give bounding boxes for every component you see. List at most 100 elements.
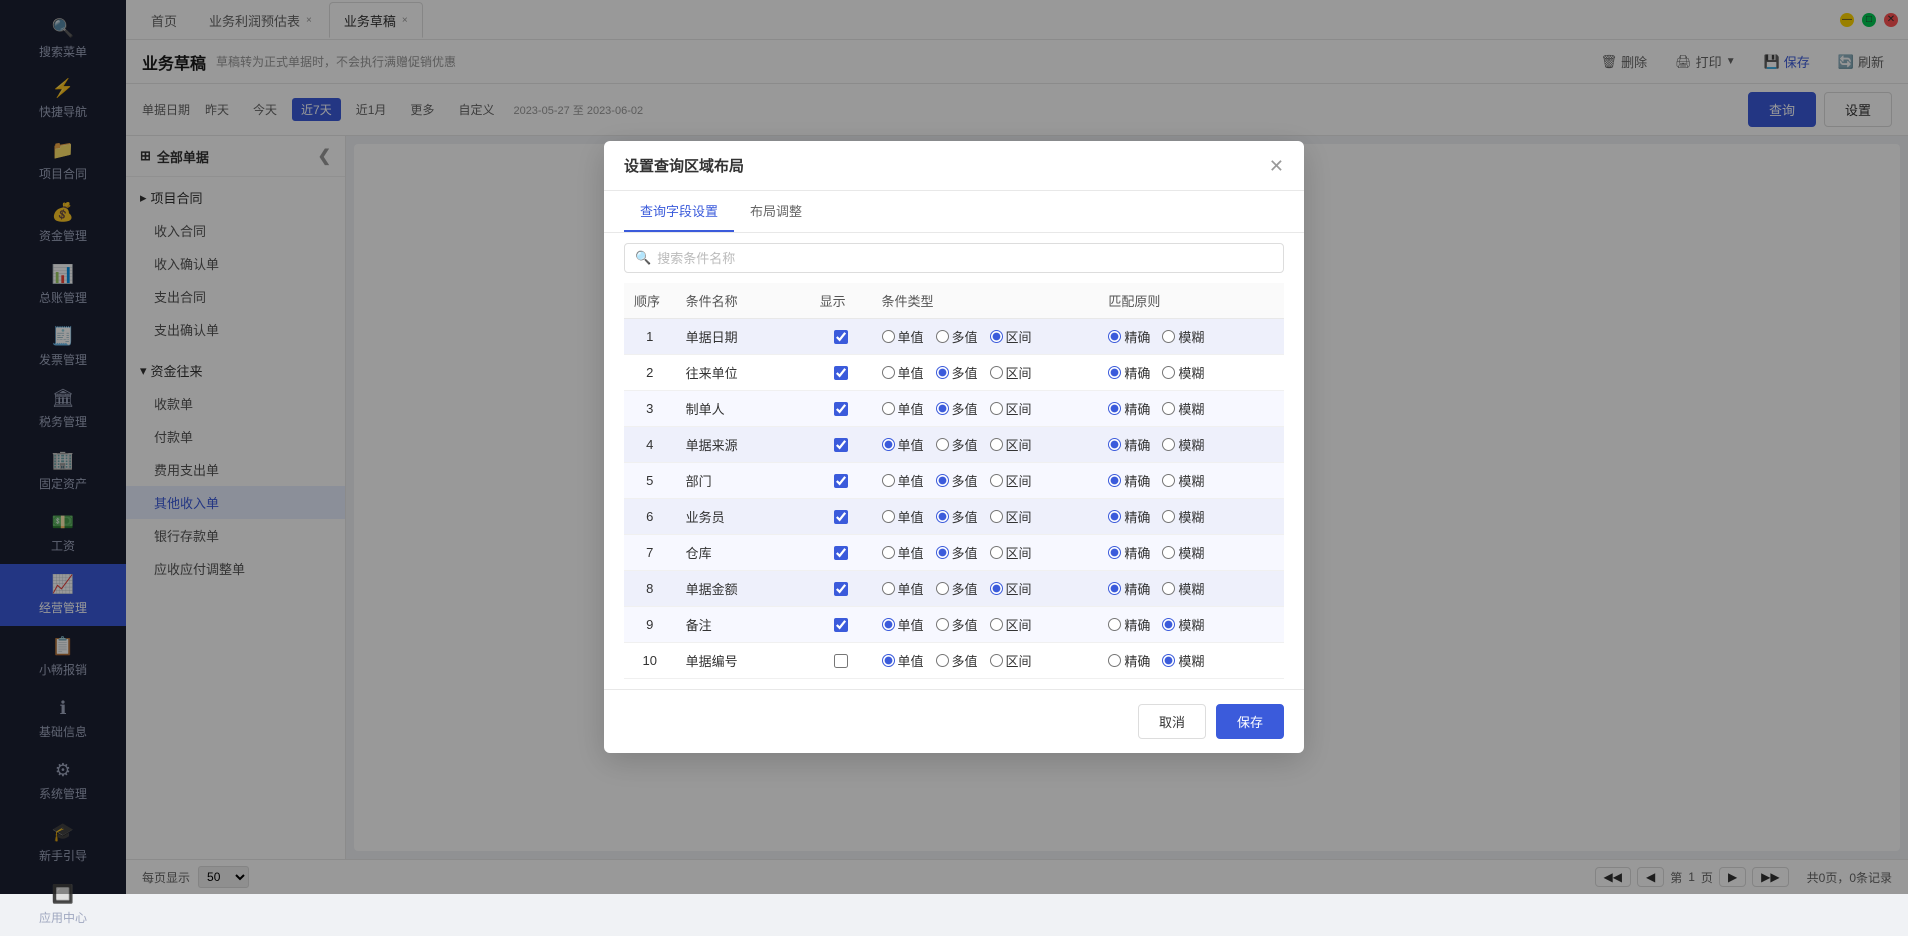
cell-match[interactable]: 精确模糊 <box>1098 391 1284 427</box>
match-radio-input[interactable] <box>1108 402 1121 415</box>
cell-match[interactable]: 精确模糊 <box>1098 607 1284 643</box>
type-radio-option[interactable]: 单值 <box>882 543 924 562</box>
type-radio-input[interactable] <box>882 654 895 667</box>
match-radio-option[interactable]: 精确 <box>1108 471 1150 490</box>
type-radio-option[interactable]: 区间 <box>990 435 1032 454</box>
cell-show[interactable] <box>810 535 872 571</box>
type-radio-input[interactable] <box>936 438 949 451</box>
match-radio-input[interactable] <box>1108 330 1121 343</box>
type-radio-option[interactable]: 单值 <box>882 651 924 670</box>
match-radio-option[interactable]: 模糊 <box>1162 615 1204 634</box>
cell-show[interactable] <box>810 499 872 535</box>
cell-show[interactable] <box>810 427 872 463</box>
match-radio-option[interactable]: 模糊 <box>1162 399 1204 418</box>
type-radio-option[interactable]: 区间 <box>990 651 1032 670</box>
type-radio-input[interactable] <box>882 366 895 379</box>
type-radio-input[interactable] <box>882 582 895 595</box>
type-radio-option[interactable]: 多值 <box>936 435 978 454</box>
cell-type[interactable]: 单值多值区间 <box>872 535 1099 571</box>
match-radio-input[interactable] <box>1108 618 1121 631</box>
match-radio-option[interactable]: 模糊 <box>1162 579 1204 598</box>
match-radio-option[interactable]: 模糊 <box>1162 507 1204 526</box>
match-radio-option[interactable]: 模糊 <box>1162 363 1204 382</box>
type-radio-input[interactable] <box>936 654 949 667</box>
type-radio-option[interactable]: 多值 <box>936 579 978 598</box>
cell-type[interactable]: 单值多值区间 <box>872 319 1099 355</box>
match-radio-option[interactable]: 精确 <box>1108 507 1150 526</box>
match-radio-option[interactable]: 精确 <box>1108 399 1150 418</box>
modal-cancel-button[interactable]: 取消 <box>1138 704 1206 739</box>
type-radio-input[interactable] <box>990 474 1003 487</box>
match-radio-option[interactable]: 精确 <box>1108 651 1150 670</box>
type-radio-input[interactable] <box>882 474 895 487</box>
type-radio-input[interactable] <box>882 546 895 559</box>
match-radio-option[interactable]: 精确 <box>1108 363 1150 382</box>
modal-tab-fields[interactable]: 查询字段设置 <box>624 191 734 232</box>
type-radio-option[interactable]: 区间 <box>990 363 1032 382</box>
match-radio-option[interactable]: 模糊 <box>1162 471 1204 490</box>
type-radio-option[interactable]: 多值 <box>936 399 978 418</box>
match-radio-input[interactable] <box>1108 546 1121 559</box>
cell-type[interactable]: 单值多值区间 <box>872 643 1099 679</box>
cell-show[interactable] <box>810 643 872 679</box>
cell-show[interactable] <box>810 571 872 607</box>
match-radio-input[interactable] <box>1162 654 1175 667</box>
type-radio-option[interactable]: 单值 <box>882 399 924 418</box>
show-checkbox[interactable] <box>834 510 848 524</box>
show-checkbox[interactable] <box>834 438 848 452</box>
match-radio-input[interactable] <box>1108 474 1121 487</box>
type-radio-input[interactable] <box>990 546 1003 559</box>
cell-match[interactable]: 精确模糊 <box>1098 463 1284 499</box>
type-radio-option[interactable]: 多值 <box>936 327 978 346</box>
type-radio-option[interactable]: 多值 <box>936 363 978 382</box>
type-radio-option[interactable]: 区间 <box>990 543 1032 562</box>
show-checkbox[interactable] <box>834 582 848 596</box>
cell-show[interactable] <box>810 319 872 355</box>
type-radio-input[interactable] <box>990 438 1003 451</box>
match-radio-input[interactable] <box>1162 618 1175 631</box>
type-radio-option[interactable]: 单值 <box>882 327 924 346</box>
match-radio-option[interactable]: 精确 <box>1108 327 1150 346</box>
cell-type[interactable]: 单值多值区间 <box>872 499 1099 535</box>
match-radio-input[interactable] <box>1108 366 1121 379</box>
modal-tab-layout[interactable]: 布局调整 <box>734 191 818 232</box>
show-checkbox[interactable] <box>834 402 848 416</box>
type-radio-option[interactable]: 区间 <box>990 507 1032 526</box>
type-radio-input[interactable] <box>936 546 949 559</box>
type-radio-option[interactable]: 多值 <box>936 507 978 526</box>
type-radio-option[interactable]: 多值 <box>936 471 978 490</box>
cell-show[interactable] <box>810 391 872 427</box>
type-radio-option[interactable]: 区间 <box>990 615 1032 634</box>
type-radio-option[interactable]: 单值 <box>882 615 924 634</box>
cell-type[interactable]: 单值多值区间 <box>872 463 1099 499</box>
match-radio-input[interactable] <box>1108 654 1121 667</box>
type-radio-input[interactable] <box>936 330 949 343</box>
show-checkbox[interactable] <box>834 654 848 668</box>
type-radio-option[interactable]: 多值 <box>936 651 978 670</box>
type-radio-input[interactable] <box>936 474 949 487</box>
show-checkbox[interactable] <box>834 546 848 560</box>
type-radio-input[interactable] <box>990 654 1003 667</box>
match-radio-option[interactable]: 精确 <box>1108 615 1150 634</box>
match-radio-input[interactable] <box>1162 546 1175 559</box>
modal-close-button[interactable]: ✕ <box>1269 157 1284 175</box>
show-checkbox[interactable] <box>834 618 848 632</box>
type-radio-option[interactable]: 单值 <box>882 579 924 598</box>
match-radio-option[interactable]: 模糊 <box>1162 435 1204 454</box>
type-radio-option[interactable]: 单值 <box>882 363 924 382</box>
type-radio-input[interactable] <box>882 510 895 523</box>
cell-match[interactable]: 精确模糊 <box>1098 535 1284 571</box>
match-radio-input[interactable] <box>1108 582 1121 595</box>
type-radio-input[interactable] <box>990 402 1003 415</box>
modal-save-button[interactable]: 保存 <box>1216 704 1284 739</box>
match-radio-input[interactable] <box>1162 366 1175 379</box>
type-radio-input[interactable] <box>882 618 895 631</box>
type-radio-input[interactable] <box>936 582 949 595</box>
match-radio-input[interactable] <box>1162 402 1175 415</box>
modal-search-field[interactable] <box>657 251 1273 266</box>
cell-match[interactable]: 精确模糊 <box>1098 643 1284 679</box>
match-radio-input[interactable] <box>1108 438 1121 451</box>
cell-type[interactable]: 单值多值区间 <box>872 427 1099 463</box>
type-radio-input[interactable] <box>936 402 949 415</box>
type-radio-input[interactable] <box>882 402 895 415</box>
